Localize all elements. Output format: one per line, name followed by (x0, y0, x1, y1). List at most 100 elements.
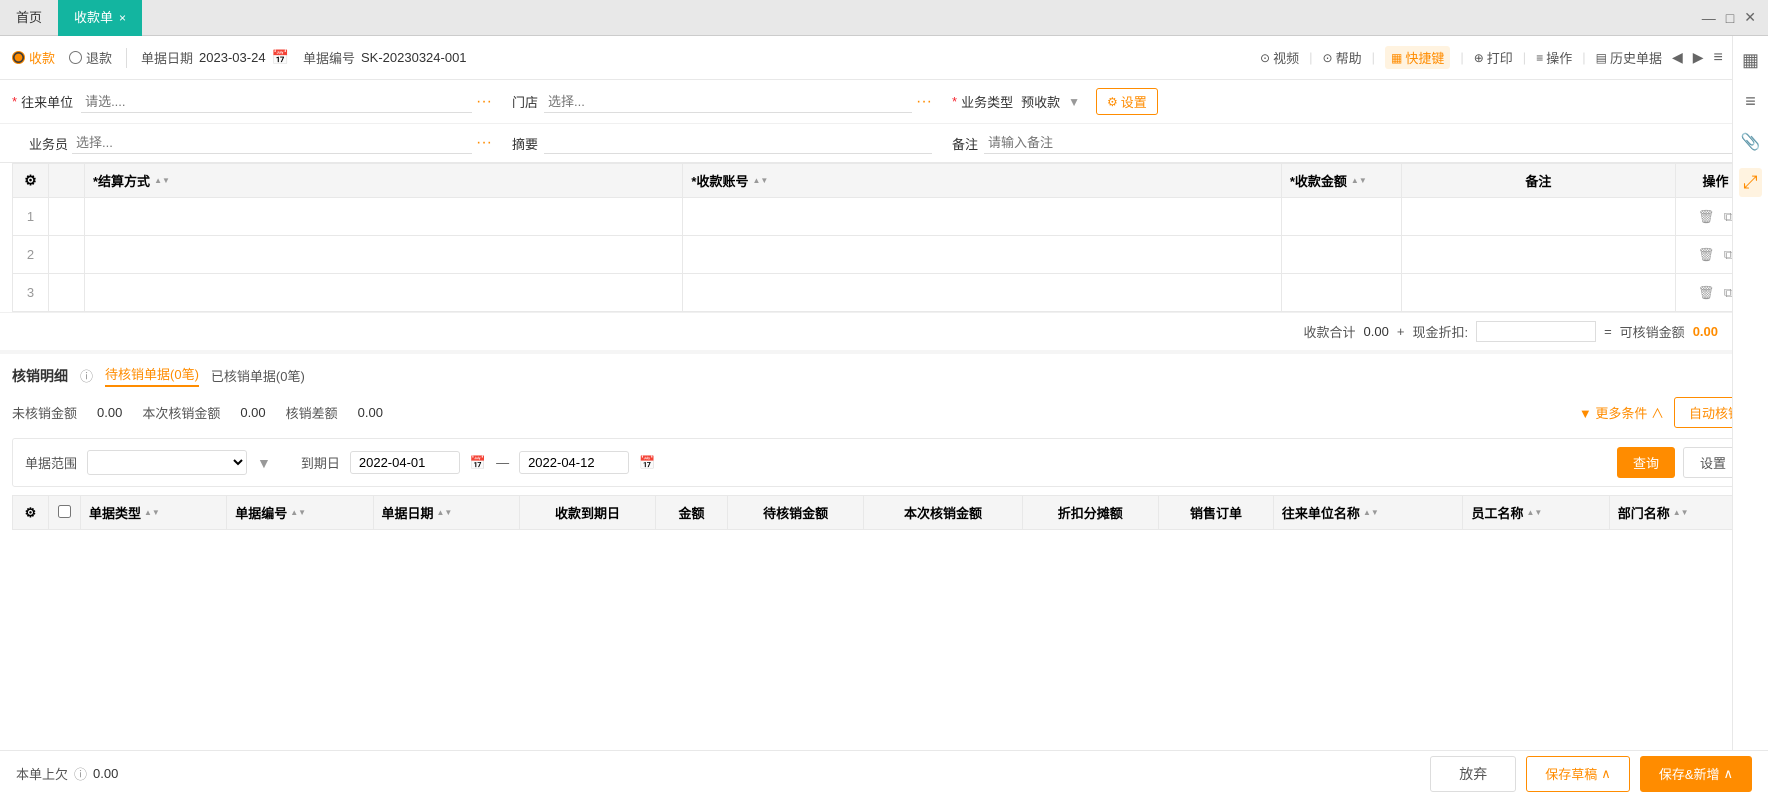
calendar-icon[interactable]: 📅 (272, 49, 289, 66)
date-label: 单据日期 (141, 48, 193, 67)
date-separator: — (496, 455, 509, 470)
range-select[interactable] (87, 450, 247, 475)
refund-radio[interactable]: 退款 (69, 48, 112, 67)
table-gear-icon[interactable]: ⚙ (24, 172, 37, 188)
counterparty-input[interactable] (81, 91, 472, 113)
save-button[interactable]: 保存&新增 ∧ (1640, 756, 1752, 792)
calendar-to-icon[interactable]: 📅 (639, 455, 655, 471)
nav-prev[interactable]: ◀ (1672, 49, 1683, 66)
date-value: 2023-03-24 (199, 50, 266, 65)
shortcut-btn[interactable]: ▦ 快捷键 (1385, 46, 1450, 69)
more-conditions-btn[interactable]: ▼ 更多条件 ∧ (1579, 403, 1664, 422)
store-more[interactable]: ··· (916, 93, 932, 111)
equals-sign: = (1604, 324, 1612, 339)
diff-value: 0.00 (358, 405, 383, 420)
video-btn[interactable]: ⊙ 视频 (1260, 48, 1299, 67)
table-row: 1 🗑 ⧉ (13, 198, 1756, 236)
amount-sort[interactable]: ▲▼ (1351, 176, 1367, 185)
counterparty-col: 往来单位名称 (1282, 503, 1360, 522)
sales-order-col: 销售订单 (1190, 506, 1242, 521)
due-date-col: 收款到期日 (555, 506, 620, 521)
req-star2: * (952, 94, 957, 109)
summary-input[interactable] (544, 132, 932, 154)
store-label: 门店 (512, 92, 540, 111)
counterparty-more[interactable]: ··· (476, 93, 492, 111)
right-expand-icon[interactable]: ⤢ (1739, 168, 1761, 197)
bill-no-label: 单据编号 (303, 48, 355, 67)
view-list-icon[interactable]: ≡ (1714, 49, 1723, 67)
verify-title: 核销明细 (12, 366, 68, 386)
settings-button[interactable]: ⚙ 设置 (1096, 88, 1158, 115)
prev-info-icon[interactable]: ⓘ (74, 764, 87, 783)
window-close-btn[interactable]: ✕ (1744, 9, 1756, 26)
right-list-icon[interactable]: ≡ (1741, 87, 1760, 116)
remark-col-header: 备注 (1525, 174, 1551, 189)
discount-input[interactable] (1476, 321, 1596, 342)
print-btn[interactable]: ⊕ 打印 (1474, 48, 1513, 67)
total-value: 0.00 (1364, 324, 1389, 339)
summary-label: 摘要 (512, 134, 540, 153)
salesperson-input[interactable] (72, 132, 472, 154)
this-cancel-label: 本次核销金额 (142, 403, 220, 422)
query-button[interactable]: 查询 (1617, 447, 1675, 478)
this-amount-col: 本次核销金额 (904, 506, 982, 521)
range-label: 单据范围 (25, 453, 77, 472)
table-row: 2 🗑 ⧉ (13, 236, 1756, 274)
settle-col-header: *结算方式 (93, 171, 150, 190)
bill-date-col: 单据日期 (382, 503, 434, 522)
prev-label: 本单上欠 (16, 764, 68, 783)
date-to-input[interactable] (519, 451, 629, 474)
due-date-label: 到期日 (301, 453, 340, 472)
help-btn[interactable]: ⊙ 帮助 (1323, 48, 1362, 67)
uncancelled-value: 0.00 (97, 405, 122, 420)
window-max-btn[interactable]: □ (1726, 10, 1734, 26)
date-from-input[interactable] (350, 451, 460, 474)
select-all-checkbox[interactable] (58, 505, 71, 518)
bill-no-value: SK-20230324-001 (361, 50, 467, 65)
account-col-header: *收款账号 (691, 171, 748, 190)
business-type-value: 预收款 (1021, 92, 1060, 111)
tab-home[interactable]: 首页 (0, 0, 58, 36)
receipt-radio[interactable]: 收款 (12, 48, 55, 67)
prev-value: 0.00 (93, 766, 118, 781)
dept-col: 部门名称 (1618, 503, 1670, 522)
history-btn[interactable]: ▤ 历史单据 (1596, 48, 1662, 67)
business-type-arrow[interactable]: ▼ (1068, 95, 1080, 109)
row3-delete-btn[interactable]: 🗑 (1698, 285, 1715, 300)
remark-input[interactable] (984, 132, 1756, 154)
available-value: 0.00 (1693, 324, 1718, 339)
row1-delete-btn[interactable]: 🗑 (1698, 209, 1715, 224)
calendar-from-icon[interactable]: 📅 (470, 455, 486, 471)
discard-button[interactable]: 放弃 (1430, 756, 1516, 792)
discount-col: 折扣分摊额 (1058, 506, 1123, 521)
separator2: | (1372, 50, 1375, 65)
row2-delete-btn[interactable]: 🗑 (1698, 247, 1715, 262)
pending-amount-col: 待核销金额 (763, 506, 828, 521)
done-tab[interactable]: 已核销单据(0笔) (211, 366, 305, 385)
pending-tab[interactable]: 待核销单据(0笔) (105, 364, 199, 387)
bill-no-col: 单据编号 (235, 503, 287, 522)
store-input[interactable] (544, 91, 912, 113)
verify-info-icon[interactable]: ⓘ (80, 366, 93, 385)
right-clip-icon[interactable]: 📎 (1737, 128, 1765, 156)
remark-label: 备注 (952, 134, 980, 153)
tab-receipt[interactable]: 收款单 × (58, 0, 142, 36)
chevron-down-icon: ▼ (257, 455, 271, 471)
separator4: | (1523, 50, 1526, 65)
close-tab-icon[interactable]: × (119, 0, 126, 36)
nav-next[interactable]: ▶ (1693, 49, 1704, 66)
window-min-btn[interactable]: — (1702, 10, 1716, 26)
verify-gear-icon[interactable]: ⚙ (25, 505, 37, 520)
employee-col: 员工名称 (1471, 503, 1523, 522)
amount-col: 金额 (679, 506, 705, 521)
settle-sort[interactable]: ▲▼ (154, 177, 170, 185)
draft-button[interactable]: 保存草稿 ∧ (1526, 756, 1630, 792)
operation-btn[interactable]: ≡ 操作 (1536, 48, 1572, 67)
salesperson-more[interactable]: ··· (476, 134, 492, 152)
salesperson-label: 业务员 (12, 134, 68, 153)
right-table-icon[interactable]: ▦ (1738, 46, 1763, 75)
separator5: | (1582, 50, 1585, 65)
account-sort[interactable]: ▲▼ (752, 176, 768, 185)
counterparty-label: 往来单位 (21, 92, 77, 111)
this-cancel-value: 0.00 (240, 405, 265, 420)
